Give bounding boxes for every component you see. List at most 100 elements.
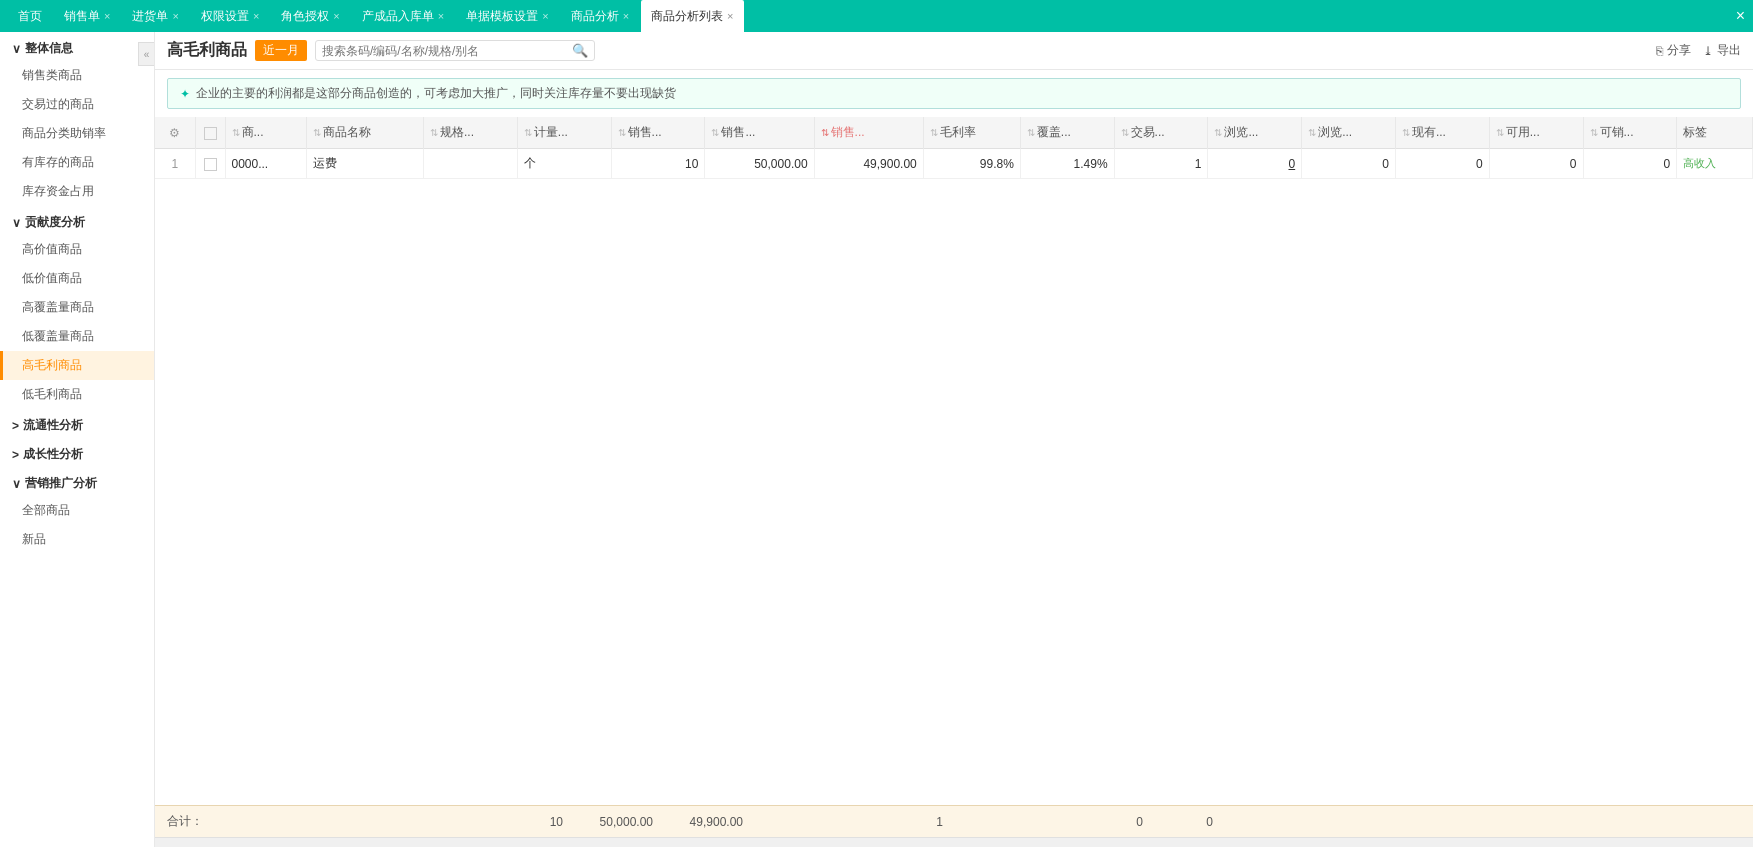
sidebar-item-high-value[interactable]: 高价值商品 — [0, 235, 154, 264]
chevron-down-icon-3: ∨ — [12, 477, 21, 491]
col-header-gross-rate[interactable]: ⇅毛利率 — [923, 117, 1020, 149]
table-row: 1 0000... 运费 个 — [155, 149, 1753, 179]
search-box: 🔍 — [315, 40, 595, 61]
sidebar-group-marketing[interactable]: ∨ 营销推广分析 — [0, 467, 154, 496]
col-header-settings[interactable]: ⚙ — [155, 117, 195, 149]
cell-name-1: 运费 — [307, 149, 424, 179]
col-header-code[interactable]: ⇅商... — [225, 117, 307, 149]
col-header-current[interactable]: ⇅现有... — [1395, 117, 1489, 149]
chevron-right-icon-2: > — [12, 448, 19, 462]
search-icon[interactable]: 🔍 — [572, 43, 588, 58]
chevron-right-icon: > — [12, 419, 19, 433]
sidebar-group-overall[interactable]: ∨ 整体信息 — [0, 32, 154, 61]
close-template-tab[interactable]: × — [542, 10, 548, 22]
cell-sales-profit-1: 49,900.00 — [814, 149, 923, 179]
close-purchase-tab[interactable]: × — [172, 10, 178, 22]
tab-template[interactable]: 单据模板设置 × — [456, 0, 558, 32]
cell-browse2-1: 0 — [1302, 149, 1396, 179]
tab-product-analysis[interactable]: 商品分析 × — [561, 0, 639, 32]
sidebar-item-all-goods[interactable]: 全部商品 — [0, 496, 154, 525]
sidebar-item-low-margin[interactable]: 低毛利商品 — [0, 380, 154, 409]
sidebar-item-new-goods[interactable]: 新品 — [0, 525, 154, 554]
sidebar-item-category-rate[interactable]: 商品分类助销率 — [0, 119, 154, 148]
cell-sellable-1: 0 — [1583, 149, 1677, 179]
cell-current-1: 0 — [1395, 149, 1489, 179]
col-header-usable[interactable]: ⇅可用... — [1489, 117, 1583, 149]
cell-trade-1: 1 — [1114, 149, 1208, 179]
footer-usable: 0 — [1143, 815, 1213, 829]
export-button[interactable]: ⤓ 导出 — [1703, 42, 1741, 59]
sidebar-group-liquidity[interactable]: > 流通性分析 — [0, 409, 154, 438]
sidebar-item-stock-capital[interactable]: 库存资金占用 — [0, 177, 154, 206]
sidebar-collapse-button[interactable]: « — [138, 42, 154, 66]
footer-sales-amount: 50,000.00 — [563, 815, 653, 829]
col-header-coverage[interactable]: ⇅覆盖... — [1020, 117, 1114, 149]
tab-purchase[interactable]: 进货单 × — [122, 0, 188, 32]
search-input[interactable] — [322, 44, 572, 58]
sidebar-item-high-margin[interactable]: 高毛利商品 — [0, 351, 154, 380]
chevron-down-icon: ∨ — [12, 42, 21, 56]
sidebar-item-traded-goods[interactable]: 交易过的商品 — [0, 90, 154, 119]
info-banner: ✦ 企业的主要的利润都是这部分商品创造的，可考虑加大推广，同时关注库存量不要出现… — [167, 78, 1741, 109]
close-role-tab[interactable]: × — [333, 10, 339, 22]
tab-sales[interactable]: 销售单 × — [54, 0, 120, 32]
tab-home[interactable]: 首页 — [8, 0, 52, 32]
table-wrapper: ⚙ ⇅商... ⇅商品名称 ⇅规格... — [155, 117, 1753, 805]
content-header: 高毛利商品 近一月 🔍 ⎘ 分享 ⤓ 导出 — [155, 32, 1753, 70]
period-button[interactable]: 近一月 — [255, 40, 307, 61]
close-product-analysis-tab[interactable]: × — [623, 10, 629, 22]
cell-cb-1[interactable] — [195, 149, 225, 179]
tab-permission[interactable]: 权限设置 × — [191, 0, 269, 32]
info-icon: ✦ — [180, 87, 190, 101]
close-product-inbound-tab[interactable]: × — [438, 10, 444, 22]
col-header-sales-count[interactable]: ⇅销售... — [611, 117, 705, 149]
cell-sales-count-1: 10 — [611, 149, 705, 179]
col-header-trade[interactable]: ⇅交易... — [1114, 117, 1208, 149]
footer-current: 0 — [1073, 815, 1143, 829]
close-product-analysis-list-tab[interactable]: × — [727, 10, 733, 22]
cell-num-1: 1 — [155, 149, 195, 179]
sidebar-group-contribution[interactable]: ∨ 贡献度分析 — [0, 206, 154, 235]
share-button[interactable]: ⎘ 分享 — [1656, 42, 1691, 59]
sidebar-item-sales-goods[interactable]: 销售类商品 — [0, 61, 154, 90]
sidebar: « ∨ 整体信息 销售类商品 交易过的商品 商品分类助销率 有库存的商品 库存资… — [0, 32, 155, 847]
col-header-spec[interactable]: ⇅规格... — [424, 117, 518, 149]
footer-sales-profit: 49,900.00 — [653, 815, 743, 829]
header-actions: ⎘ 分享 ⤓ 导出 — [1656, 42, 1741, 59]
cell-spec-1 — [424, 149, 518, 179]
tab-product-analysis-list[interactable]: 商品分析列表 × — [641, 0, 743, 32]
cell-tag-1: 高收入 — [1677, 149, 1753, 179]
footer-cells: 10 50,000.00 49,900.00 1 0 0 — [223, 815, 1741, 829]
content-area: 高毛利商品 近一月 🔍 ⎘ 分享 ⤓ 导出 ✦ 企业的主要的利润都是这部分商品创… — [155, 32, 1753, 847]
col-header-browse1[interactable]: ⇅浏览... — [1208, 117, 1302, 149]
main-area: « ∨ 整体信息 销售类商品 交易过的商品 商品分类助销率 有库存的商品 库存资… — [0, 32, 1753, 847]
col-header-sales-amount[interactable]: ⇅销售... — [705, 117, 814, 149]
cell-code-1: 0000... — [225, 149, 307, 179]
sidebar-group-growth[interactable]: > 成长性分析 — [0, 438, 154, 467]
close-sales-tab[interactable]: × — [104, 10, 110, 22]
horizontal-scrollbar[interactable] — [155, 837, 1753, 847]
col-header-unit[interactable]: ⇅计量... — [517, 117, 611, 149]
sidebar-item-in-stock[interactable]: 有库存的商品 — [0, 148, 154, 177]
close-permission-tab[interactable]: × — [253, 10, 259, 22]
tab-product-inbound[interactable]: 产成品入库单 × — [352, 0, 454, 32]
col-header-checkbox[interactable] — [195, 117, 225, 149]
col-header-sellable[interactable]: ⇅可销... — [1583, 117, 1677, 149]
sidebar-item-low-value[interactable]: 低价值商品 — [0, 264, 154, 293]
share-icon: ⎘ — [1656, 44, 1663, 58]
close-all-tabs-icon[interactable]: × — [1736, 7, 1745, 25]
cell-gross-rate-1: 99.8% — [923, 149, 1020, 179]
footer-label: 合计： — [167, 813, 203, 830]
sidebar-item-low-coverage[interactable]: 低覆盖量商品 — [0, 322, 154, 351]
table-footer: 合计： 10 50,000.00 49,900.00 1 0 0 — [155, 805, 1753, 837]
col-header-tag[interactable]: 标签 — [1677, 117, 1753, 149]
col-header-name[interactable]: ⇅商品名称 — [307, 117, 424, 149]
data-table: ⚙ ⇅商... ⇅商品名称 ⇅规格... — [155, 117, 1753, 179]
page-title: 高毛利商品 — [167, 40, 247, 61]
col-header-browse2[interactable]: ⇅浏览... — [1302, 117, 1396, 149]
col-header-sales-profit[interactable]: ⇅销售... — [814, 117, 923, 149]
sidebar-item-high-coverage[interactable]: 高覆盖量商品 — [0, 293, 154, 322]
export-icon: ⤓ — [1703, 44, 1713, 58]
top-nav: 首页 销售单 × 进货单 × 权限设置 × 角色授权 × 产成品入库单 × 单据… — [0, 0, 1753, 32]
tab-role[interactable]: 角色授权 × — [271, 0, 349, 32]
